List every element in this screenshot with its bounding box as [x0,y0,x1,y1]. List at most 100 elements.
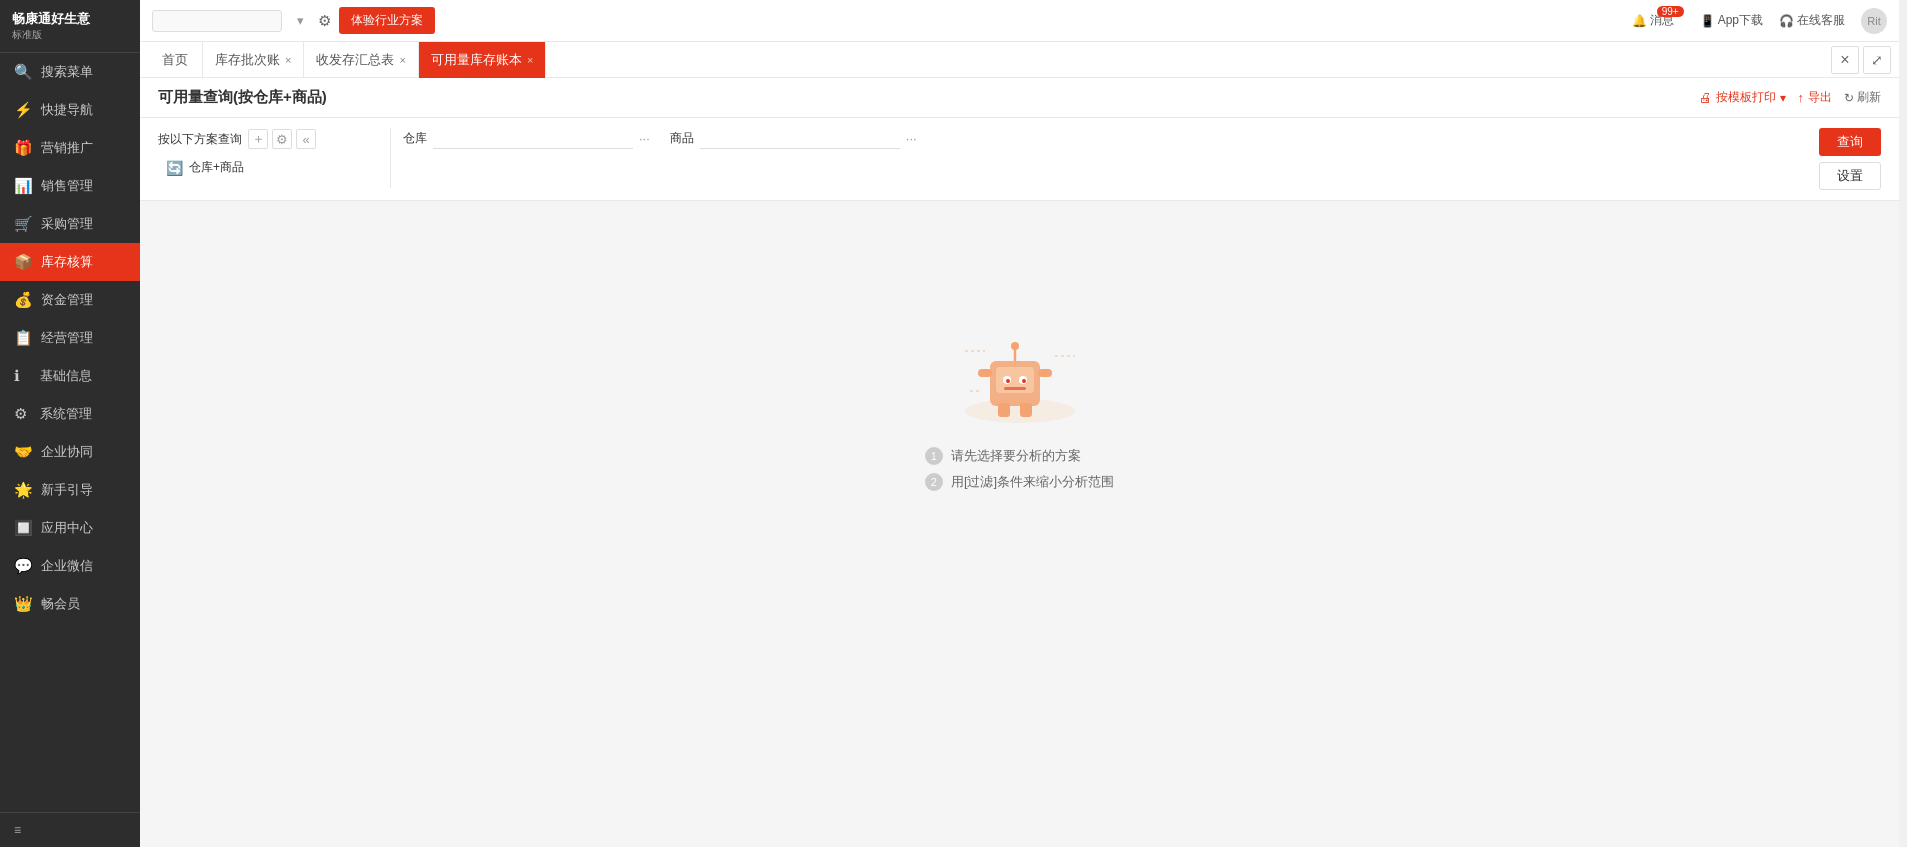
tab-home[interactable]: 首页 [148,42,203,78]
collapse-scheme-button[interactable]: « [296,129,316,149]
page-header: 可用量查询(按仓库+商品) 🖨 按模板打印 ▾ ↑ 导出 ↻ 刷新 [140,78,1899,118]
add-scheme-button[interactable]: ＋ [248,129,268,149]
sidebar-item-newbie[interactable]: 🌟 新手引导 [0,471,140,509]
svg-rect-10 [998,403,1010,417]
sidebar-item-inventory[interactable]: 📦 库存核算 [0,243,140,281]
main-content: ▾ ⚙ 体验行业方案 🔔 消息 99+ 📱 App下载 🎧 在线客服 Rit [140,0,1899,847]
filter-divider [390,128,391,188]
wechat-icon: 💬 [14,557,33,575]
sidebar-item-label: 企业微信 [41,557,93,575]
sidebar-item-app-center[interactable]: 🔲 应用中心 [0,509,140,547]
goods-input[interactable] [700,128,900,149]
topbar-dropdown-icon[interactable]: ▾ [290,13,310,28]
empty-state-illustration [960,331,1080,431]
tab-batch-account[interactable]: 库存批次账 × [203,42,304,78]
scheme-item-label: 仓库+商品 [189,159,244,176]
topbar-right: 🔔 消息 99+ 📱 App下载 🎧 在线客服 Rit [1632,8,1887,34]
sidebar-nav: 🔍 搜索菜单 ⚡ 快捷导航 🎁 营销推广 📊 销售管理 🛒 采购管理 📦 库存核… [0,53,140,812]
export-button[interactable]: ↑ 导出 [1798,89,1833,106]
sidebar-item-search[interactable]: 🔍 搜索菜单 [0,53,140,91]
sidebar-item-label: 新手引导 [41,481,93,499]
tab-batch-account-label: 库存批次账 [215,51,280,69]
quick-nav-icon: ⚡ [14,101,33,119]
export-label: 导出 [1808,89,1832,106]
basics-icon: ℹ [14,367,32,385]
hint-text-1: 请先选择要分析的方案 [951,447,1081,465]
settings-button[interactable]: 设置 [1819,162,1881,190]
operations-icon: 📋 [14,329,33,347]
warehouse-input[interactable] [433,128,633,149]
export-icon: ↑ [1798,90,1805,105]
refresh-label: 刷新 [1857,89,1881,106]
close-all-tabs-button[interactable]: × [1831,46,1859,74]
app-center-icon: 🔲 [14,519,33,537]
filter-scheme-label: 按以下方案查询 [158,131,242,148]
sidebar-item-marketing[interactable]: 🎁 营销推广 [0,129,140,167]
hint-num-2: 2 [925,473,943,491]
warehouse-more-button[interactable]: ··· [639,131,650,146]
print-dropdown-icon[interactable]: ▾ [1780,91,1786,105]
headset-icon: 🎧 [1779,14,1794,28]
sales-icon: 📊 [14,177,33,195]
app-download-button[interactable]: 📱 App下载 [1700,12,1763,29]
user-name: Rit [1867,15,1880,27]
tab-available-ledger[interactable]: 可用量库存账本 × [419,42,546,78]
filter-area: 按以下方案查询 ＋ ⚙ « 🔄 仓库+商品 [140,118,1899,201]
sidebar-item-label: 企业协同 [41,443,93,461]
scheme-active-icon: 🔄 [166,160,183,176]
online-service-button[interactable]: 🎧 在线客服 [1779,12,1845,29]
sidebar-item-label: 库存核算 [41,253,93,271]
sidebar: 畅康通好生意 标准版 🔍 搜索菜单 ⚡ 快捷导航 🎁 营销推广 📊 销售管理 🛒… [0,0,140,847]
user-avatar[interactable]: Rit [1861,8,1887,34]
tab-collect-summary[interactable]: 收发存汇总表 × [304,42,418,78]
message-button[interactable]: 🔔 消息 99+ [1632,12,1674,29]
trial-button[interactable]: 体验行业方案 [339,7,435,34]
bell-icon: 🔔 [1632,14,1647,28]
app-version: 标准版 [12,28,128,42]
scheme-item-warehouse-goods[interactable]: 🔄 仓库+商品 [158,155,316,180]
topbar-search-input[interactable] [152,10,282,32]
sidebar-item-label: 系统管理 [40,405,92,423]
sidebar-item-member[interactable]: 👑 畅会员 [0,585,140,623]
tab-available-ledger-label: 可用量库存账本 [431,51,522,69]
print-button[interactable]: 🖨 按模板打印 ▾ [1699,89,1786,106]
sidebar-item-sales[interactable]: 📊 销售管理 [0,167,140,205]
filter-fields: 仓库 ··· 商品 ··· [403,128,1807,149]
svg-point-5 [1006,379,1010,383]
right-edge-scrollbar [1899,0,1907,847]
filter-field-goods: 商品 ··· [670,128,917,149]
empty-hint-1: 1 请先选择要分析的方案 [925,447,1114,465]
goods-more-button[interactable]: ··· [906,131,917,146]
svg-point-6 [1022,379,1026,383]
tab-batch-account-close[interactable]: × [285,54,291,66]
svg-rect-7 [1004,387,1026,390]
expand-button[interactable]: ⤢ [1863,46,1891,74]
page-content: 可用量查询(按仓库+商品) 🖨 按模板打印 ▾ ↑ 导出 ↻ 刷新 [140,78,1899,847]
tab-available-ledger-close[interactable]: × [527,54,533,66]
sidebar-item-basics[interactable]: ℹ 基础信息 [0,357,140,395]
svg-rect-11 [1020,403,1032,417]
query-button[interactable]: 查询 [1819,128,1881,156]
message-badge: 99+ [1657,6,1684,17]
tab-collect-summary-close[interactable]: × [399,54,405,66]
topbar-gear-icon[interactable]: ⚙ [318,12,331,30]
sidebar-item-quick-nav[interactable]: ⚡ 快捷导航 [0,91,140,129]
enterprise-icon: 🤝 [14,443,33,461]
scheme-list: 🔄 仓库+商品 [158,155,316,180]
sidebar-item-label: 搜索菜单 [41,63,93,81]
home-tab-label: 首页 [162,51,188,69]
sidebar-item-enterprise[interactable]: 🤝 企业协同 [0,433,140,471]
sidebar-item-label: 营销推广 [41,139,93,157]
empty-state-hints: 1 请先选择要分析的方案 2 用[过滤]条件来缩小分析范围 [925,447,1114,491]
sidebar-item-label: 应用中心 [41,519,93,537]
warehouse-field-label: 仓库 [403,130,427,147]
sidebar-item-wechat[interactable]: 💬 企业微信 [0,547,140,585]
sidebar-item-purchase[interactable]: 🛒 采购管理 [0,205,140,243]
edit-scheme-button[interactable]: ⚙ [272,129,292,149]
goods-field-label: 商品 [670,130,694,147]
sidebar-item-system[interactable]: ⚙ 系统管理 [0,395,140,433]
sidebar-item-operations[interactable]: 📋 经营管理 [0,319,140,357]
hint-num-1: 1 [925,447,943,465]
sidebar-item-finance[interactable]: 💰 资金管理 [0,281,140,319]
refresh-button[interactable]: ↻ 刷新 [1844,89,1881,106]
